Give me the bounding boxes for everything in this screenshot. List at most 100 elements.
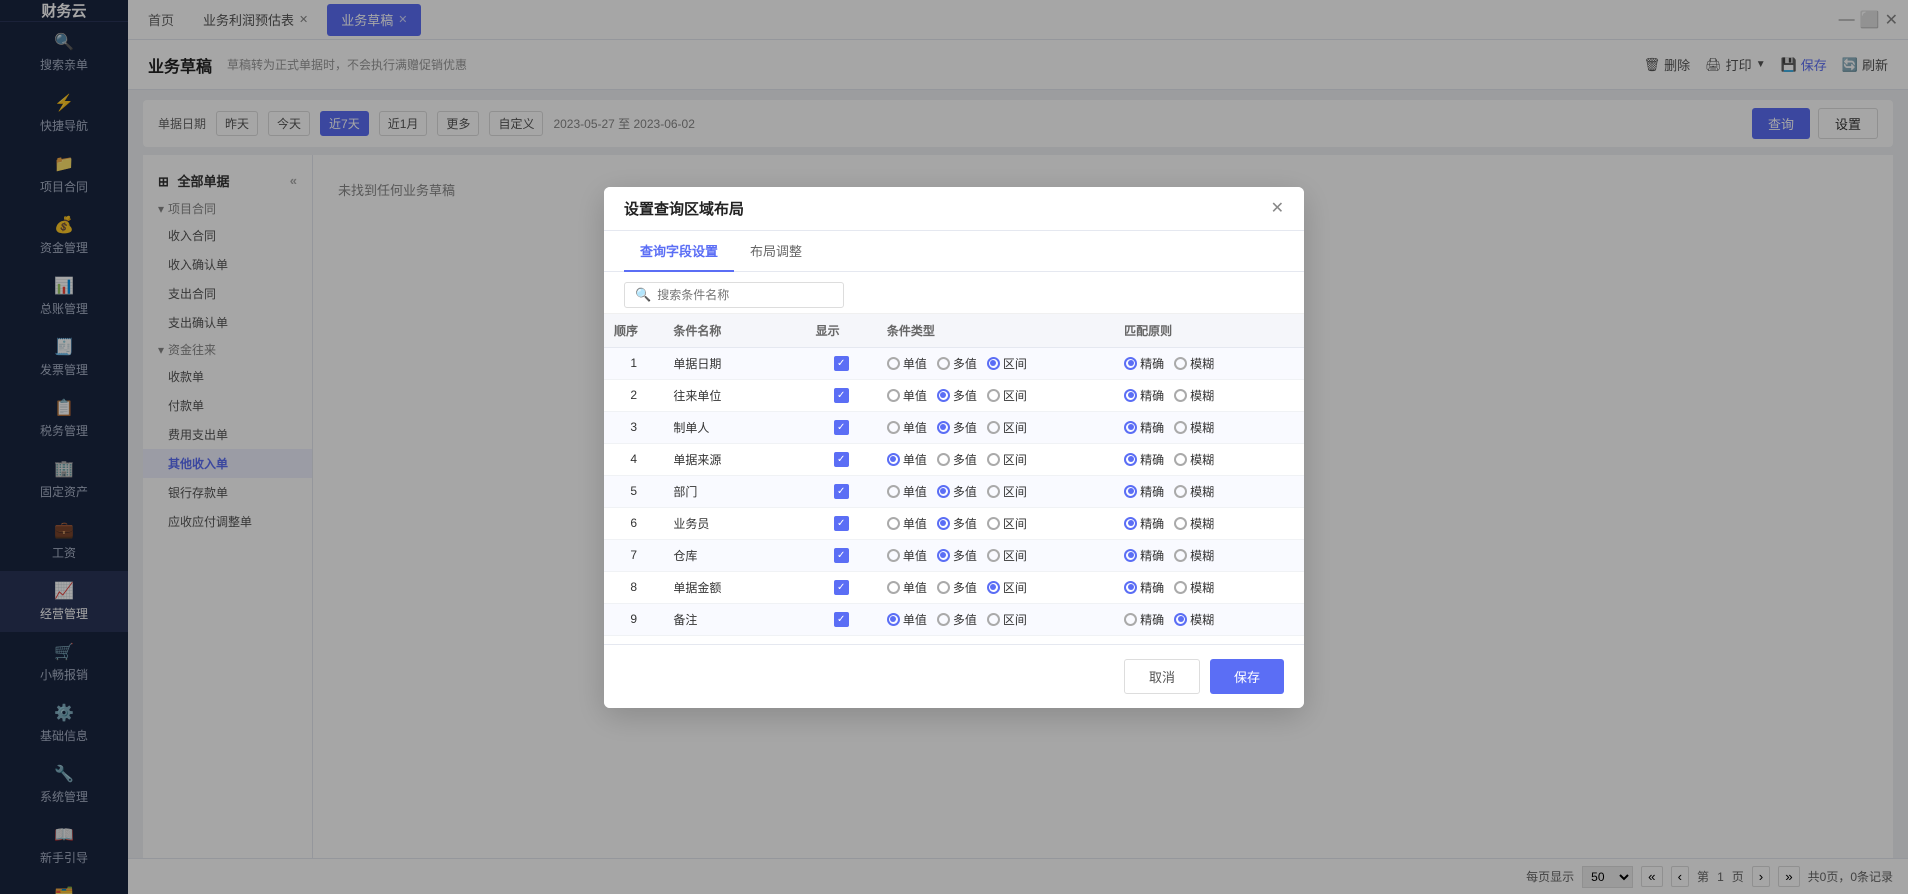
type-radio-区间[interactable]: 区间 xyxy=(987,547,1027,564)
cell-seq: 2 xyxy=(604,379,663,411)
cancel-button[interactable]: 取消 xyxy=(1124,659,1200,694)
table-row: 8单据金额单值多值区间精确模糊 xyxy=(604,571,1304,603)
type-radio-多值[interactable]: 多值 xyxy=(937,451,977,468)
type-radio-单值[interactable]: 单值 xyxy=(887,419,927,436)
show-checkbox[interactable] xyxy=(834,516,849,531)
type-radio-区间[interactable]: 区间 xyxy=(987,355,1027,372)
type-radio-区间[interactable]: 区间 xyxy=(987,451,1027,468)
type-radio-单值[interactable]: 单值 xyxy=(887,515,927,532)
match-radio-精确[interactable]: 精确 xyxy=(1124,579,1164,596)
radio-dot xyxy=(1124,453,1137,466)
type-radio-单值[interactable]: 单值 xyxy=(887,451,927,468)
type-radio-单值[interactable]: 单值 xyxy=(887,355,927,372)
cell-seq: 8 xyxy=(604,571,663,603)
type-radio-多值[interactable]: 多值 xyxy=(937,547,977,564)
show-checkbox[interactable] xyxy=(834,356,849,371)
match-radio-精确[interactable]: 精确 xyxy=(1124,419,1164,436)
cell-show[interactable] xyxy=(806,443,877,475)
cell-name: 备注 xyxy=(663,603,805,635)
modal-search-area: 🔍 xyxy=(604,272,1304,314)
type-radio-单值[interactable]: 单值 xyxy=(887,483,927,500)
modal-tabs: 查询字段设置 布局调整 xyxy=(604,231,1304,272)
modal-close-button[interactable]: ✕ xyxy=(1271,198,1284,218)
cell-seq: 6 xyxy=(604,507,663,539)
type-radio-区间[interactable]: 区间 xyxy=(987,419,1027,436)
type-radio-区间[interactable]: 区间 xyxy=(987,515,1027,532)
cell-name: 部门 xyxy=(663,475,805,507)
show-checkbox[interactable] xyxy=(834,420,849,435)
type-radio-多值[interactable]: 多值 xyxy=(937,515,977,532)
tab-layout-adjust[interactable]: 布局调整 xyxy=(734,231,818,272)
match-radio-模糊[interactable]: 模糊 xyxy=(1174,515,1214,532)
radio-dot xyxy=(937,549,950,562)
show-checkbox[interactable] xyxy=(834,548,849,563)
cell-name: 仓库 xyxy=(663,539,805,571)
show-checkbox[interactable] xyxy=(834,452,849,467)
modal-dialog: 设置查询区域布局 ✕ 查询字段设置 布局调整 🔍 顺序 条件名称 显示 xyxy=(604,187,1304,708)
match-radio-精确[interactable]: 精确 xyxy=(1124,515,1164,532)
match-radio-模糊[interactable]: 模糊 xyxy=(1174,419,1214,436)
show-checkbox[interactable] xyxy=(834,612,849,627)
match-radio-精确[interactable]: 精确 xyxy=(1124,387,1164,404)
radio-dot xyxy=(1174,421,1187,434)
type-radio-多值[interactable]: 多值 xyxy=(937,483,977,500)
type-radio-单值[interactable]: 单值 xyxy=(887,579,927,596)
cell-match: 精确模糊 xyxy=(1114,507,1304,539)
search-box: 🔍 xyxy=(624,282,844,308)
match-radio-模糊[interactable]: 模糊 xyxy=(1174,451,1214,468)
type-radio-区间[interactable]: 区间 xyxy=(987,579,1027,596)
show-checkbox[interactable] xyxy=(834,388,849,403)
radio-dot xyxy=(1174,549,1187,562)
tab-field-settings[interactable]: 查询字段设置 xyxy=(624,231,734,272)
type-radio-多值[interactable]: 多值 xyxy=(937,387,977,404)
radio-dot xyxy=(887,389,900,402)
type-radio-单值[interactable]: 单值 xyxy=(887,387,927,404)
cell-show[interactable] xyxy=(806,635,877,644)
type-radio-区间[interactable]: 区间 xyxy=(987,483,1027,500)
type-radio-多值[interactable]: 多值 xyxy=(937,611,977,628)
type-radio-单值[interactable]: 单值 xyxy=(887,547,927,564)
cell-match: 精确模糊 xyxy=(1114,571,1304,603)
cell-name: 单据编号 xyxy=(663,635,805,644)
cell-show[interactable] xyxy=(806,603,877,635)
match-radio-精确[interactable]: 精确 xyxy=(1124,547,1164,564)
cell-show[interactable] xyxy=(806,571,877,603)
search-input[interactable] xyxy=(657,288,827,302)
radio-dot xyxy=(937,453,950,466)
type-radio-单值[interactable]: 单值 xyxy=(887,611,927,628)
cell-type: 单值多值区间 xyxy=(877,379,1114,411)
type-radio-多值[interactable]: 多值 xyxy=(937,355,977,372)
show-checkbox[interactable] xyxy=(834,484,849,499)
th-seq: 顺序 xyxy=(604,314,663,348)
cell-show[interactable] xyxy=(806,379,877,411)
show-checkbox[interactable] xyxy=(834,580,849,595)
match-radio-模糊[interactable]: 模糊 xyxy=(1174,547,1214,564)
cell-show[interactable] xyxy=(806,347,877,379)
modal-save-button[interactable]: 保存 xyxy=(1210,659,1284,694)
cell-show[interactable] xyxy=(806,539,877,571)
modal-overlay: 设置查询区域布局 ✕ 查询字段设置 布局调整 🔍 顺序 条件名称 显示 xyxy=(0,0,1908,894)
match-radio-模糊[interactable]: 模糊 xyxy=(1174,355,1214,372)
cell-name: 制单人 xyxy=(663,411,805,443)
cell-show[interactable] xyxy=(806,507,877,539)
type-radio-区间[interactable]: 区间 xyxy=(987,387,1027,404)
modal-footer: 取消 保存 xyxy=(604,644,1304,708)
type-radio-多值[interactable]: 多值 xyxy=(937,419,977,436)
match-radio-精确[interactable]: 精确 xyxy=(1124,355,1164,372)
cell-match: 精确模糊 xyxy=(1114,347,1304,379)
type-radio-多值[interactable]: 多值 xyxy=(937,579,977,596)
match-radio-模糊[interactable]: 模糊 xyxy=(1174,483,1214,500)
radio-dot xyxy=(987,453,1000,466)
match-radio-精确[interactable]: 精确 xyxy=(1124,611,1164,628)
match-radio-模糊[interactable]: 模糊 xyxy=(1174,387,1214,404)
cell-seq: 3 xyxy=(604,411,663,443)
match-radio-模糊[interactable]: 模糊 xyxy=(1174,611,1214,628)
cell-show[interactable] xyxy=(806,475,877,507)
cell-show[interactable] xyxy=(806,411,877,443)
match-radio-模糊[interactable]: 模糊 xyxy=(1174,579,1214,596)
type-radio-区间[interactable]: 区间 xyxy=(987,611,1027,628)
match-radio-精确[interactable]: 精确 xyxy=(1124,483,1164,500)
cell-name: 单据日期 xyxy=(663,347,805,379)
radio-dot xyxy=(887,517,900,530)
match-radio-精确[interactable]: 精确 xyxy=(1124,451,1164,468)
